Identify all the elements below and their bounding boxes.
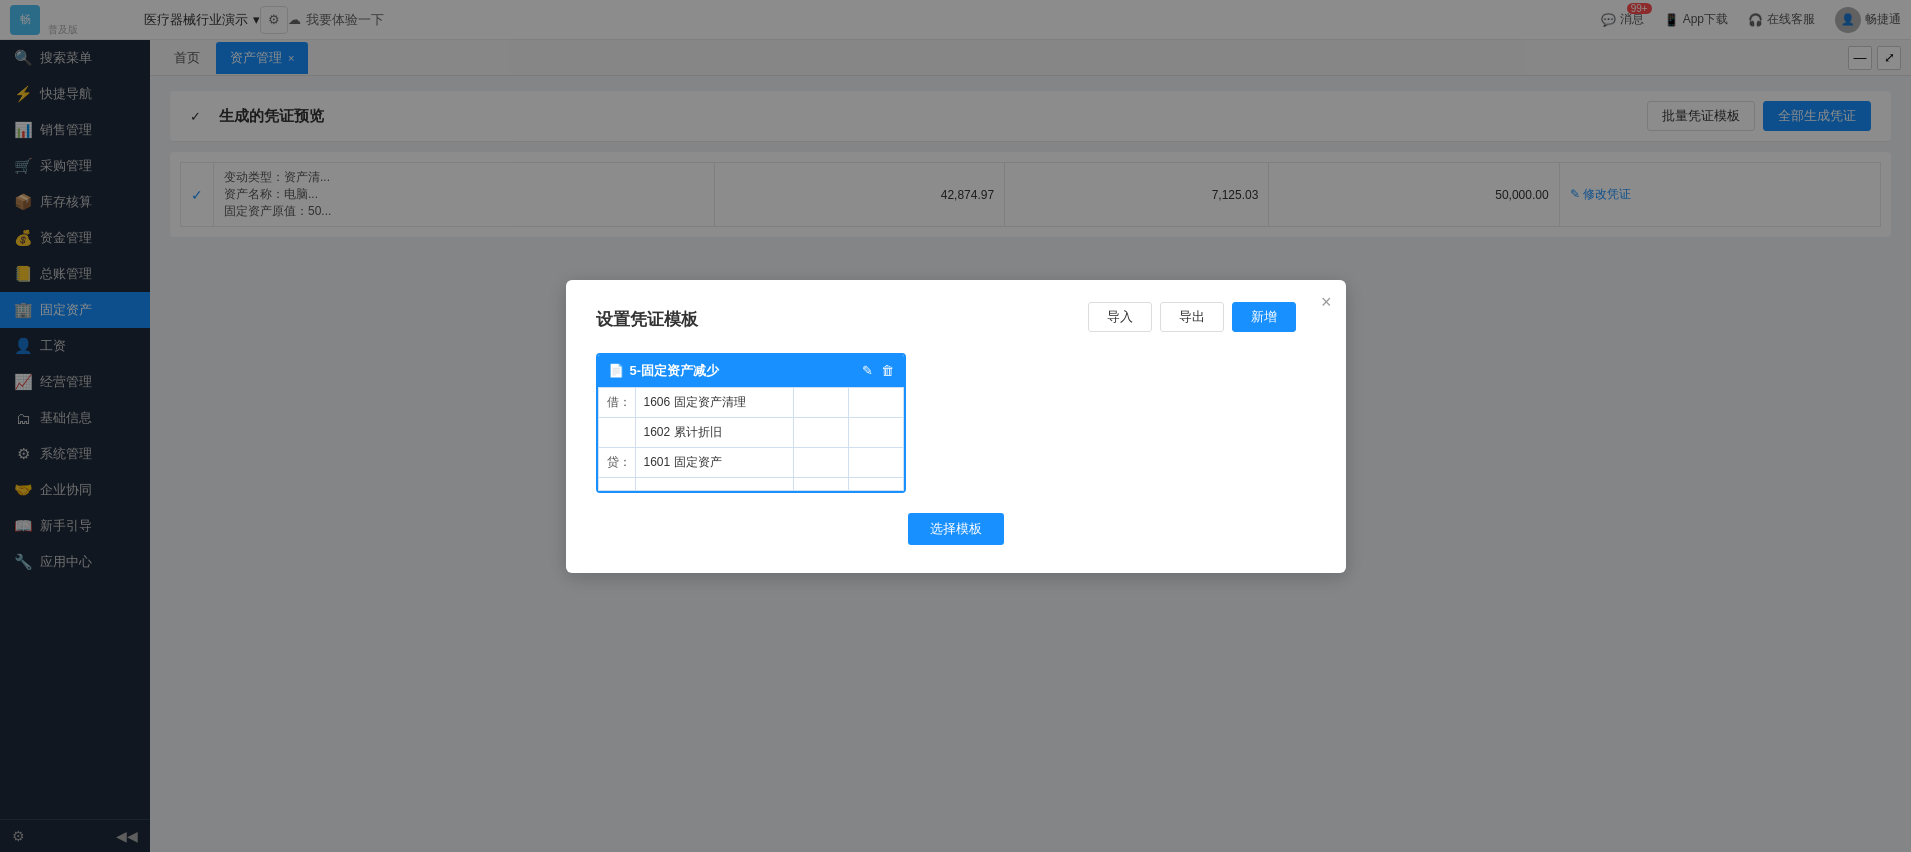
modal-close-button[interactable]: × <box>1321 292 1332 313</box>
template-card-body: 借： 1606 固定资产清理 1602 累计折旧 <box>598 387 904 491</box>
edit-template-icon[interactable]: ✎ <box>862 363 873 378</box>
entry-type-3: 贷： <box>598 447 635 477</box>
entry-row-3: 贷： 1601 固定资产 <box>598 447 903 477</box>
entry-credit-2 <box>848 417 903 447</box>
entry-row-2: 1602 累计折旧 <box>598 417 903 447</box>
entry-account-2: 1602 累计折旧 <box>635 417 793 447</box>
template-doc-icon: 📄 <box>608 363 624 378</box>
entry-row-4 <box>598 477 903 490</box>
entry-row-1: 借： 1606 固定资产清理 <box>598 387 903 417</box>
new-template-button[interactable]: 新增 <box>1232 302 1296 332</box>
entry-account-1: 1606 固定资产清理 <box>635 387 793 417</box>
entry-debit-2 <box>793 417 848 447</box>
entry-account-3: 1601 固定资产 <box>635 447 793 477</box>
entry-debit-3 <box>793 447 848 477</box>
template-entries-table: 借： 1606 固定资产清理 1602 累计折旧 <box>598 387 904 491</box>
import-button[interactable]: 导入 <box>1088 302 1152 332</box>
select-template-section: 选择模板 <box>596 513 1316 545</box>
entry-type-2 <box>598 417 635 447</box>
entry-credit-1 <box>848 387 903 417</box>
entry-debit-4 <box>793 477 848 490</box>
entry-credit-3 <box>848 447 903 477</box>
entry-debit-1 <box>793 387 848 417</box>
template-card-fixed-assets: 📄 5-固定资产减少 ✎ 🗑 借： 1606 固定资产清理 <box>596 353 906 493</box>
delete-template-icon[interactable]: 🗑 <box>881 363 894 378</box>
modal-overlay: × 设置凭证模板 导入 导出 新增 📄 5-固定资产减少 ✎ 🗑 <box>0 0 1911 852</box>
export-button[interactable]: 导出 <box>1160 302 1224 332</box>
entry-type-1: 借： <box>598 387 635 417</box>
entry-account-4 <box>635 477 793 490</box>
select-template-button[interactable]: 选择模板 <box>908 513 1004 545</box>
template-list: 📄 5-固定资产减少 ✎ 🗑 借： 1606 固定资产清理 <box>596 353 1316 493</box>
template-card-header: 📄 5-固定资产减少 ✎ 🗑 <box>598 355 904 387</box>
template-card-action-buttons: ✎ 🗑 <box>862 363 894 378</box>
entry-credit-4 <box>848 477 903 490</box>
voucher-template-modal: × 设置凭证模板 导入 导出 新增 📄 5-固定资产减少 ✎ 🗑 <box>566 280 1346 573</box>
entry-type-4 <box>598 477 635 490</box>
modal-action-buttons: 导入 导出 新增 <box>1088 302 1296 332</box>
template-card-title: 📄 5-固定资产减少 <box>608 362 720 380</box>
